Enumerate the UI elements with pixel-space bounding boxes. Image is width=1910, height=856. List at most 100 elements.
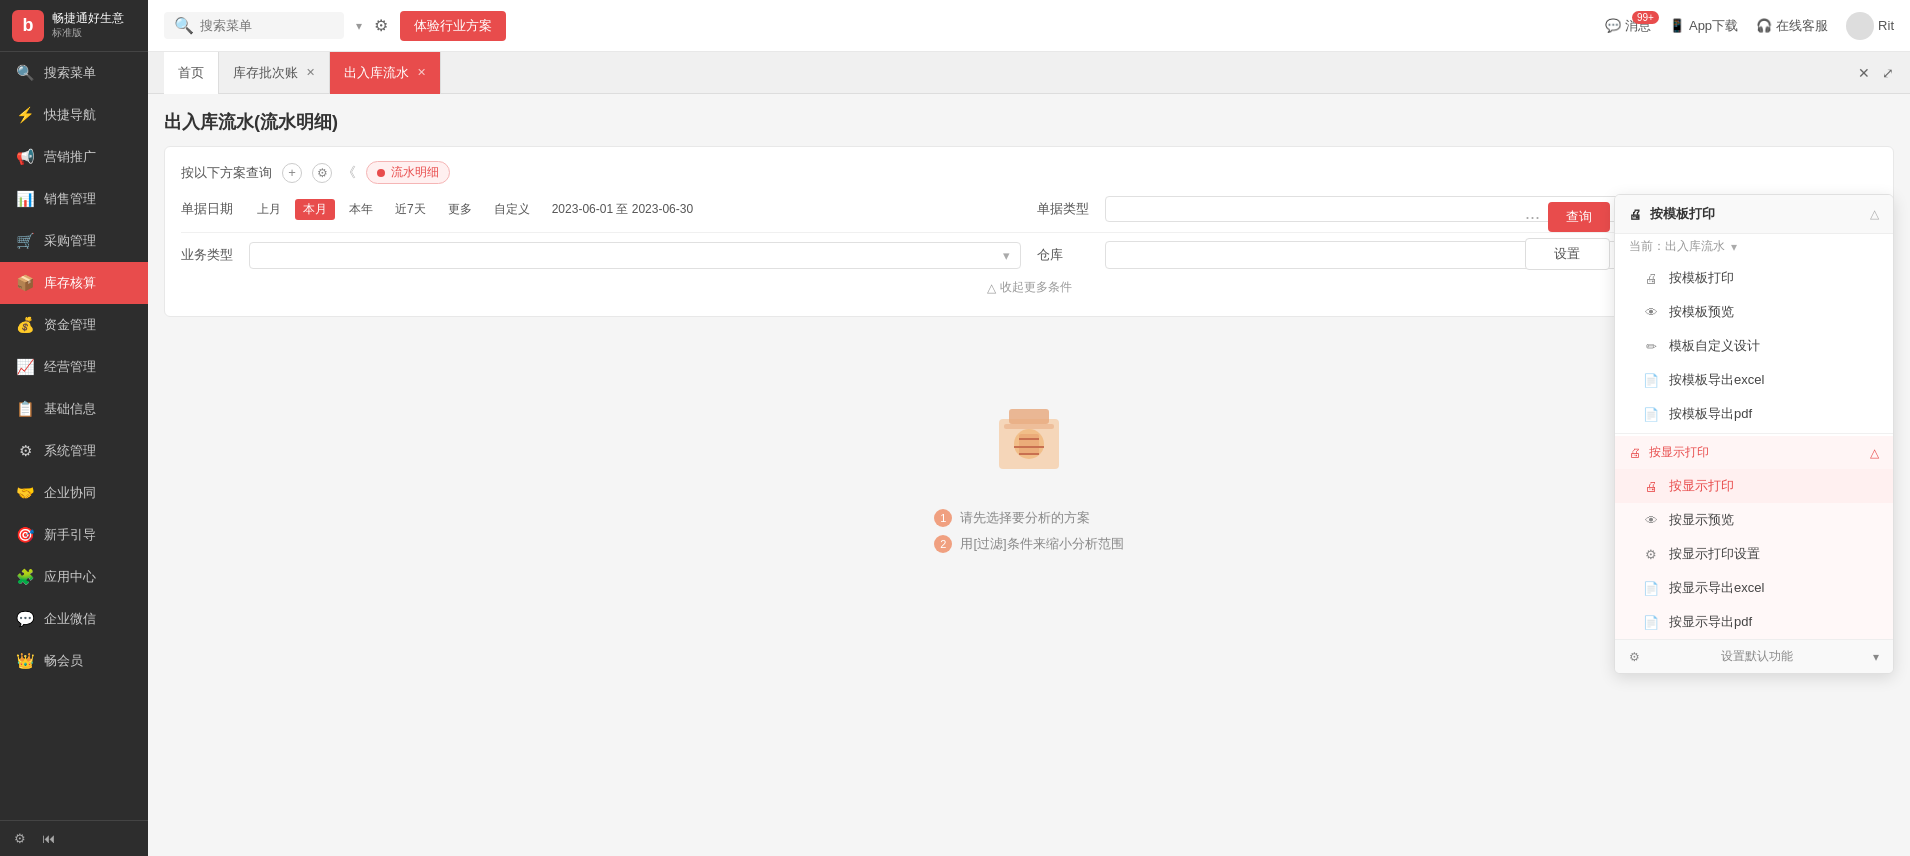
- sidebar-item-purchase[interactable]: 🛒 采购管理: [0, 220, 148, 262]
- sidebar-item-search[interactable]: 🔍 搜索菜单: [0, 52, 148, 94]
- page-area: 出入库流水(流水明细) 按以下方案查询 + ⚙ 《 流水明细 单据日期 上月: [148, 94, 1910, 856]
- tab-bar: 首页 库存批次账 ✕ 出入库流水 ✕ ✕ ⤢: [148, 52, 1910, 94]
- sidebar-item-inventory[interactable]: 📦 库存核算: [0, 262, 148, 304]
- message-badge: 99+: [1632, 11, 1659, 24]
- date-options: 上月 本月 本年 近7天 更多 自定义 2023-06-01 至 2023-06…: [249, 199, 693, 220]
- date-opt-thisyear[interactable]: 本年: [341, 199, 381, 220]
- tab-inout-flow-close[interactable]: ✕: [417, 66, 426, 79]
- settings-icon[interactable]: ⚙: [14, 831, 26, 846]
- online-service-label: 在线客服: [1776, 17, 1828, 35]
- dropdown-title: 🖨 按模板打印: [1629, 205, 1715, 223]
- sidebar-item-guide[interactable]: 🎯 新手引导: [0, 514, 148, 556]
- dropdown-section-1: 🖨 按模板打印 👁 按模板预览 ✏ 模板自定义设计 📄 按模板导出excel 📄: [1615, 261, 1893, 431]
- collapse-label: 收起更多条件: [1000, 279, 1072, 296]
- sidebar-item-basic[interactable]: 📋 基础信息: [0, 388, 148, 430]
- tab-expand-icon[interactable]: ⤢: [1882, 65, 1894, 81]
- date-opt-thismonth[interactable]: 本月: [295, 199, 335, 220]
- template-print-icon: 🖨: [1643, 270, 1659, 286]
- sidebar-item-system[interactable]: ⚙ 系统管理: [0, 430, 148, 472]
- logo-icon: b: [12, 10, 44, 42]
- more-dots-icon[interactable]: ···: [1525, 207, 1540, 228]
- flow-tag-dot: [377, 169, 385, 177]
- search-input[interactable]: [200, 18, 320, 33]
- sidebar-item-wechat[interactable]: 💬 企业微信: [0, 598, 148, 640]
- tab-close-all-icon[interactable]: ✕: [1858, 65, 1870, 81]
- sidebar-item-enterprise[interactable]: 🤝 企业协同: [0, 472, 148, 514]
- template-excel-icon: 📄: [1643, 372, 1659, 388]
- query-button[interactable]: 查询: [1548, 202, 1610, 232]
- dropdown-item-template-print[interactable]: 🖨 按模板打印: [1615, 261, 1893, 295]
- topbar-search-icon: 🔍: [174, 16, 194, 35]
- dropdown-item-display-settings[interactable]: ⚙ 按显示打印设置: [1615, 537, 1893, 571]
- sidebar-label-enterprise: 企业协同: [44, 484, 96, 502]
- trial-button[interactable]: 体验行业方案: [400, 11, 506, 41]
- dropdown-item-template-pdf[interactable]: 📄 按模板导出pdf: [1615, 397, 1893, 431]
- date-opt-7days[interactable]: 近7天: [387, 199, 434, 220]
- app-download-button[interactable]: 📱 App下载: [1669, 17, 1738, 35]
- hint-num-1: 1: [934, 509, 952, 527]
- inventory-icon: 📦: [14, 272, 36, 294]
- filter-collapse-button[interactable]: 《: [342, 164, 356, 182]
- warehouse-label: 仓库: [1037, 246, 1097, 264]
- dropdown-item-display-preview[interactable]: 👁 按显示预览: [1615, 503, 1893, 537]
- online-service-button[interactable]: 🎧 在线客服: [1756, 17, 1828, 35]
- display-excel-label: 按显示导出excel: [1669, 579, 1764, 597]
- dropdown-item-template-design[interactable]: ✏ 模板自定义设计: [1615, 329, 1893, 363]
- display-settings-icon: ⚙: [1643, 546, 1659, 562]
- sidebar-item-marketing[interactable]: 📢 营销推广: [0, 136, 148, 178]
- dropdown-footer[interactable]: ⚙ 设置默认功能 ▾: [1615, 639, 1893, 673]
- sidebar-item-operations[interactable]: 📈 经营管理: [0, 346, 148, 388]
- date-label: 单据日期: [181, 200, 241, 218]
- settings-button[interactable]: 设置: [1525, 238, 1610, 270]
- filter-add-button[interactable]: +: [282, 163, 302, 183]
- hint-text-2: 用[过滤]条件来缩小分析范围: [960, 535, 1123, 553]
- purchase-icon: 🛒: [14, 230, 36, 252]
- tab-inventory-batch-close[interactable]: ✕: [306, 66, 315, 79]
- sidebar-label-marketing: 营销推广: [44, 148, 96, 166]
- sidebar-label-purchase: 采购管理: [44, 232, 96, 250]
- sidebar-item-apps[interactable]: 🧩 应用中心: [0, 556, 148, 598]
- date-opt-custom[interactable]: 自定义: [486, 199, 538, 220]
- display-print-section-title: 按显示打印: [1649, 444, 1709, 461]
- date-opt-lastmonth[interactable]: 上月: [249, 199, 289, 220]
- topbar-search[interactable]: 🔍: [164, 12, 344, 39]
- marketing-icon: 📢: [14, 146, 36, 168]
- template-excel-label: 按模板导出excel: [1669, 371, 1764, 389]
- dropdown-item-display-pdf[interactable]: 📄 按显示导出pdf: [1615, 605, 1893, 639]
- tab-inventory-batch[interactable]: 库存批次账 ✕: [219, 52, 330, 94]
- date-range-value: 2023-06-01 至 2023-06-30: [552, 201, 693, 218]
- dropdown-item-display-print[interactable]: 🖨 按显示打印: [1615, 469, 1893, 503]
- date-field: 单据日期 上月 本月 本年 近7天 更多 自定义 2023-06-01 至 20…: [181, 199, 1021, 220]
- dropdown-item-display-excel[interactable]: 📄 按显示导出excel: [1615, 571, 1893, 605]
- sidebar-item-member[interactable]: 👑 畅会员: [0, 640, 148, 682]
- date-opt-more[interactable]: 更多: [440, 199, 480, 220]
- finance-icon: 💰: [14, 314, 36, 336]
- display-pdf-label: 按显示导出pdf: [1669, 613, 1752, 631]
- message-button[interactable]: 💬 消息 99+: [1605, 17, 1651, 35]
- sidebar-item-sales[interactable]: 📊 销售管理: [0, 178, 148, 220]
- biz-type-chevron: ▾: [1003, 248, 1010, 263]
- dropdown-item-template-excel[interactable]: 📄 按模板导出excel: [1615, 363, 1893, 397]
- collapse-icon[interactable]: ⏮: [42, 831, 55, 846]
- template-design-icon: ✏: [1643, 338, 1659, 354]
- tab-home[interactable]: 首页: [164, 52, 219, 94]
- empty-hints: 1 请先选择要分析的方案 2 用[过滤]条件来缩小分析范围: [934, 509, 1123, 553]
- footer-settings-icon: ⚙: [1629, 650, 1640, 664]
- tab-home-label: 首页: [178, 64, 204, 82]
- biz-type-input[interactable]: ▾: [249, 242, 1021, 269]
- user-menu[interactable]: Rit: [1846, 12, 1894, 40]
- sidebar-label-basic: 基础信息: [44, 400, 96, 418]
- tab-inout-flow[interactable]: 出入库流水 ✕: [330, 52, 441, 94]
- dropdown-collapse-icon[interactable]: △: [1870, 207, 1879, 221]
- dropdown-sub-header[interactable]: 🖨 按显示打印 △: [1615, 436, 1893, 469]
- topbar-chevron-icon[interactable]: ▾: [356, 19, 362, 33]
- tab-inventory-batch-label: 库存批次账: [233, 64, 298, 82]
- sidebar-item-finance[interactable]: 💰 资金管理: [0, 304, 148, 346]
- svg-rect-1: [1009, 409, 1049, 424]
- sidebar-item-quicknav[interactable]: ⚡ 快捷导航: [0, 94, 148, 136]
- display-preview-icon: 👁: [1643, 512, 1659, 528]
- dropdown-item-template-preview[interactable]: 👁 按模板预览: [1615, 295, 1893, 329]
- filter-header: 按以下方案查询 + ⚙ 《 流水明细: [181, 161, 1877, 184]
- topbar-gear-icon[interactable]: ⚙: [374, 16, 388, 35]
- filter-settings-button[interactable]: ⚙: [312, 163, 332, 183]
